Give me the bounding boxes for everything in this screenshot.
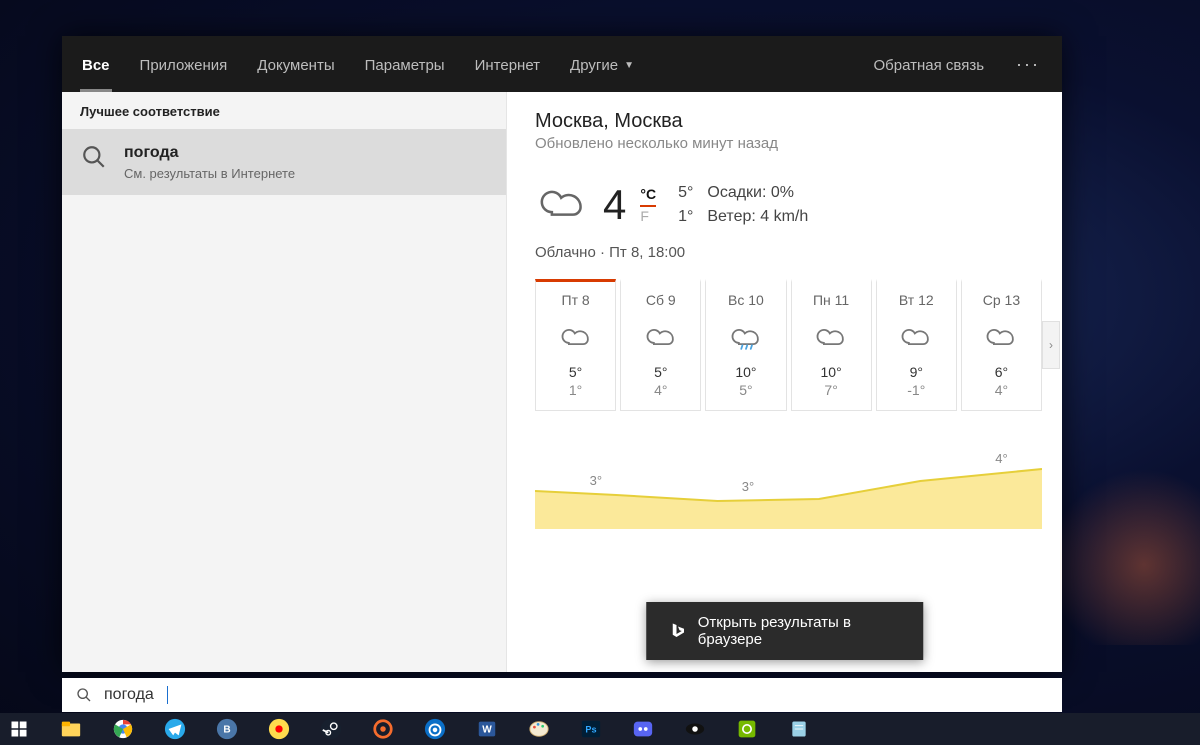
taskbar: B W Ps bbox=[0, 713, 1200, 745]
forecast-day: Сб 9 bbox=[621, 292, 700, 308]
forecast-day: Пт 8 bbox=[536, 292, 615, 308]
atmospheric: Осадки: 0% Ветер: 4 km/h bbox=[707, 181, 808, 229]
chevron-down-icon: ▼ bbox=[624, 60, 634, 71]
weather-preview: Москва, Москва Обновлено несколько минут… bbox=[507, 92, 1062, 672]
spark-label-right: 4° bbox=[995, 451, 1007, 466]
cloud-icon bbox=[792, 318, 871, 356]
current-conditions: 4 °C F 5° 1° Осадки: 0% Ветер: 4 km/h bbox=[535, 178, 1042, 232]
yandex-icon[interactable] bbox=[266, 716, 292, 742]
best-match-result[interactable]: погода См. результаты в Интернете bbox=[62, 129, 506, 195]
tab-apps[interactable]: Приложения bbox=[138, 51, 230, 78]
temperature-sparkline: 3° 3° 4° bbox=[535, 451, 1042, 529]
search-input-value: погода bbox=[104, 686, 154, 704]
cloud-icon bbox=[962, 318, 1041, 356]
forecast-lo: 4° bbox=[621, 382, 700, 398]
notes-icon[interactable] bbox=[786, 716, 812, 742]
forecast-strip: Пт 8 5° 1° Сб 9 5° 4° Вс 10 10° 5° Пн 11… bbox=[535, 279, 1042, 411]
forecast-card[interactable]: Вс 10 10° 5° bbox=[705, 279, 786, 411]
vk-icon[interactable]: B bbox=[214, 716, 240, 742]
word-icon[interactable]: W bbox=[474, 716, 500, 742]
telegram-icon[interactable] bbox=[162, 716, 188, 742]
forecast-day: Пн 11 bbox=[792, 292, 871, 308]
wind-label: Ветер: 4 km/h bbox=[707, 205, 808, 229]
precip-label: Осадки: 0% bbox=[707, 181, 808, 205]
spark-label-mid: 3° bbox=[742, 479, 754, 494]
origin-icon[interactable] bbox=[370, 716, 396, 742]
forecast-next-button[interactable]: › bbox=[1042, 321, 1060, 369]
forecast-hi: 10° bbox=[792, 364, 871, 380]
search-flyout: Все Приложения Документы Параметры Интер… bbox=[62, 36, 1062, 672]
forecast-card[interactable]: Ср 13 6° 4° bbox=[961, 279, 1042, 411]
start-button[interactable] bbox=[6, 716, 32, 742]
forecast-lo: 5° bbox=[706, 382, 785, 398]
tab-feedback[interactable]: Обратная связь bbox=[872, 51, 987, 78]
paint-icon[interactable] bbox=[526, 716, 552, 742]
cloud-icon bbox=[536, 318, 615, 356]
forecast-day: Вт 12 bbox=[877, 292, 956, 308]
ubisoft-icon[interactable] bbox=[422, 716, 448, 742]
cloud-icon bbox=[877, 318, 956, 356]
tab-other[interactable]: Другие ▼ bbox=[568, 51, 636, 78]
result-subtitle: См. результаты в Интернете bbox=[124, 166, 295, 181]
hi-lo: 5° 1° bbox=[678, 181, 693, 229]
forecast-day: Ср 13 bbox=[962, 292, 1041, 308]
svg-text:Ps: Ps bbox=[585, 725, 596, 735]
forecast-lo: 1° bbox=[536, 382, 615, 398]
photoshop-icon[interactable]: Ps bbox=[578, 716, 604, 742]
chrome-icon[interactable] bbox=[110, 716, 136, 742]
eye-icon[interactable] bbox=[682, 716, 708, 742]
forecast-hi: 10° bbox=[706, 364, 785, 380]
search-icon bbox=[76, 687, 92, 703]
results-panel: Лучшее соответствие погода См. результат… bbox=[62, 92, 507, 672]
discord-icon[interactable] bbox=[630, 716, 656, 742]
more-actions-button[interactable]: ··· bbox=[1012, 54, 1044, 75]
open-in-browser-label: Открыть результаты в браузере bbox=[698, 614, 902, 648]
tab-all[interactable]: Все bbox=[80, 51, 112, 78]
low-temp: 1° bbox=[678, 205, 693, 229]
forecast-day: Вс 10 bbox=[706, 292, 785, 308]
spark-label-left: 3° bbox=[590, 473, 602, 488]
forecast-card[interactable]: Пт 8 5° 1° bbox=[535, 279, 616, 411]
search-icon bbox=[80, 143, 108, 171]
open-in-browser-button[interactable]: Открыть результаты в браузере bbox=[646, 602, 924, 660]
forecast-hi: 9° bbox=[877, 364, 956, 380]
weather-updated: Обновлено несколько минут назад bbox=[535, 135, 1042, 152]
svg-text:B: B bbox=[223, 725, 230, 736]
forecast-hi: 5° bbox=[621, 364, 700, 380]
tab-internet[interactable]: Интернет bbox=[473, 51, 542, 78]
steam-icon[interactable] bbox=[318, 716, 344, 742]
condition-line: Облачно · Пт 8, 18:00 bbox=[535, 244, 1042, 261]
forecast-card[interactable]: Пн 11 10° 7° bbox=[791, 279, 872, 411]
result-title: погода bbox=[124, 143, 295, 162]
file-explorer-icon[interactable] bbox=[58, 716, 84, 742]
search-input-box[interactable]: погода bbox=[62, 678, 1062, 712]
nvidia-icon[interactable] bbox=[734, 716, 760, 742]
unit-toggle[interactable]: °C F bbox=[640, 185, 656, 224]
forecast-lo: -1° bbox=[877, 382, 956, 398]
current-temp: 4 bbox=[603, 184, 626, 226]
forecast-card[interactable]: Вт 12 9° -1° bbox=[876, 279, 957, 411]
tab-settings[interactable]: Параметры bbox=[363, 51, 447, 78]
cloud-icon bbox=[535, 178, 589, 232]
search-tabs: Все Приложения Документы Параметры Интер… bbox=[62, 36, 1062, 92]
tab-other-label: Другие bbox=[570, 57, 618, 74]
cloud-rain-icon bbox=[706, 318, 785, 356]
svg-text:W: W bbox=[482, 725, 492, 736]
unit-celsius[interactable]: °C bbox=[640, 185, 656, 206]
high-temp: 5° bbox=[678, 181, 693, 205]
tab-documents[interactable]: Документы bbox=[255, 51, 336, 78]
best-match-header: Лучшее соответствие bbox=[62, 92, 506, 129]
forecast-lo: 7° bbox=[792, 382, 871, 398]
forecast-hi: 6° bbox=[962, 364, 1041, 380]
text-caret bbox=[167, 686, 168, 704]
weather-location: Москва, Москва bbox=[535, 110, 1042, 133]
cloud-icon bbox=[621, 318, 700, 356]
forecast-hi: 5° bbox=[536, 364, 615, 380]
bing-icon bbox=[668, 622, 686, 640]
forecast-lo: 4° bbox=[962, 382, 1041, 398]
unit-fahrenheit[interactable]: F bbox=[640, 207, 656, 225]
forecast-card[interactable]: Сб 9 5° 4° bbox=[620, 279, 701, 411]
